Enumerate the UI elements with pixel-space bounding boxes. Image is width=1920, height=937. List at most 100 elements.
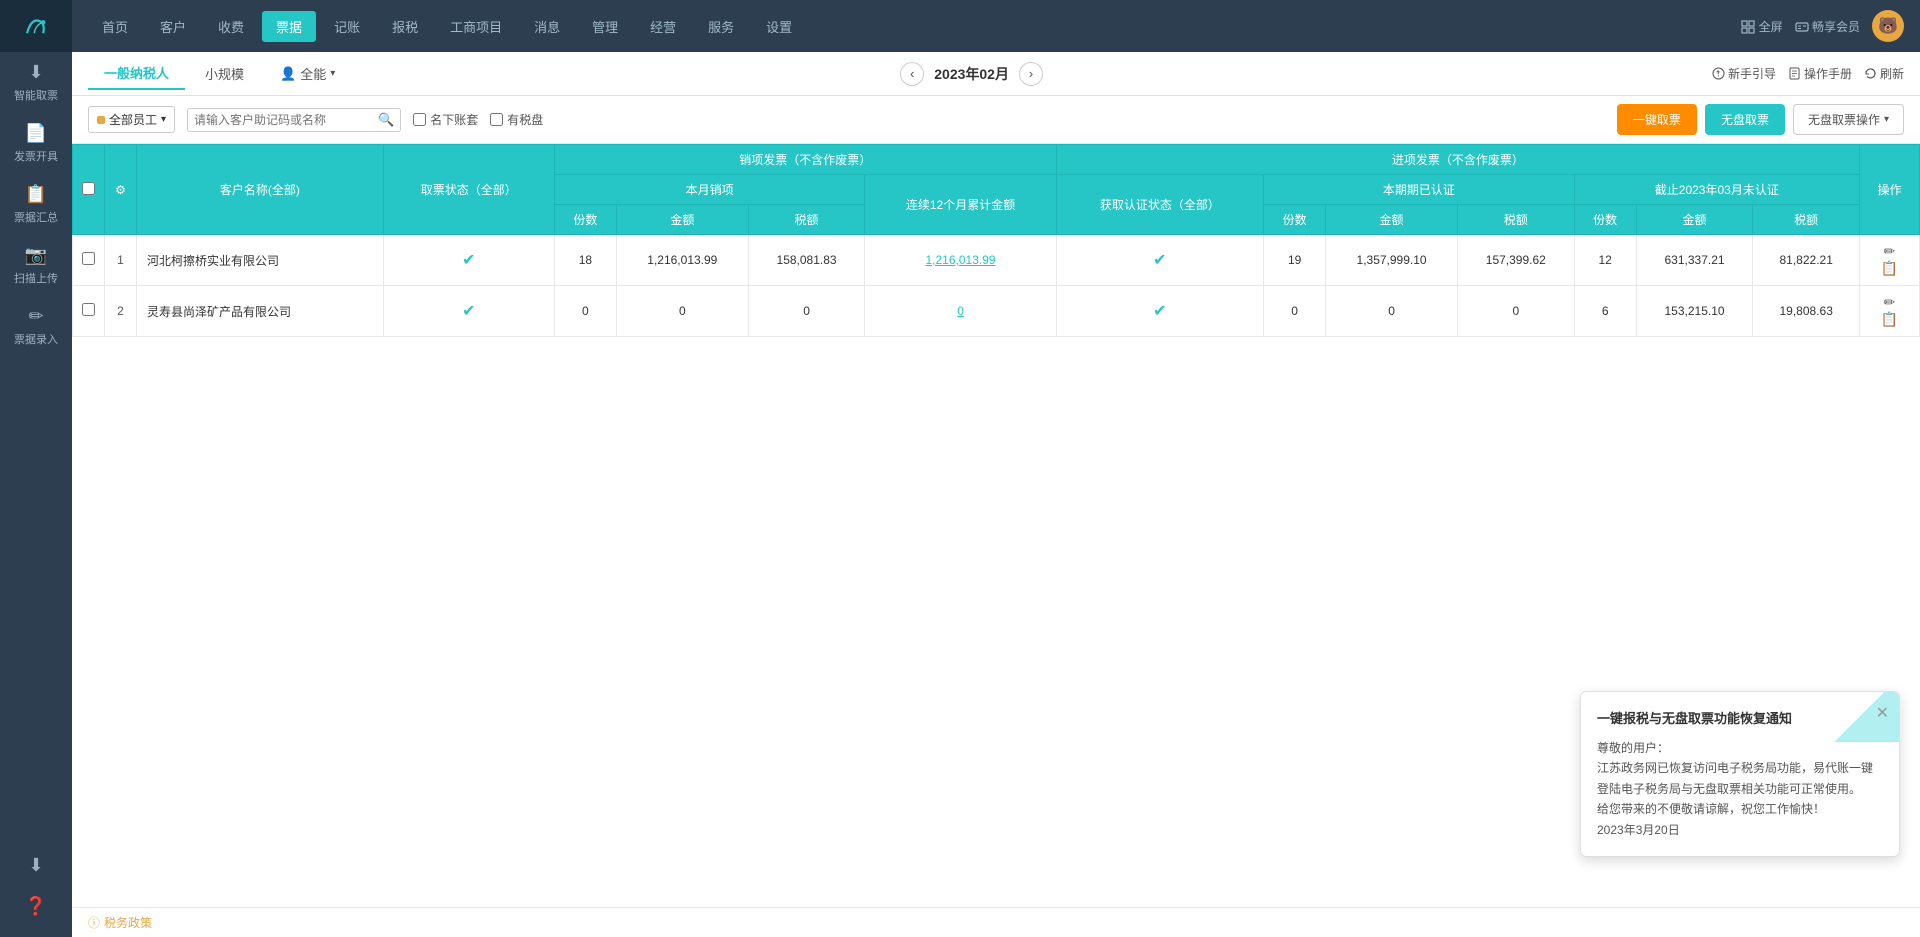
group-header-row: ⚙ 客户名称(全部) 取票状态（全部） 销项发票（不含作废票） 进项发票（不含作 <box>73 145 1920 175</box>
search-icon[interactable]: 🔍 <box>378 112 394 128</box>
row-cert-status: ✔ <box>1056 286 1263 337</box>
edit-icon[interactable]: ✏ <box>1881 243 1899 259</box>
newbie-guide-btn[interactable]: 新手引导 <box>1712 65 1776 82</box>
more-icon[interactable]: 📋 <box>1878 311 1901 327</box>
row-month-amount: 1,216,013.99 <box>616 235 748 286</box>
nav-invoices[interactable]: 票据 <box>262 11 316 42</box>
nav-tax[interactable]: 报税 <box>378 11 432 42</box>
nav-messages[interactable]: 消息 <box>520 11 574 42</box>
notification-content: 尊敬的用户： 江苏政务网已恢复访问电子税务局功能，易代账一键登陆电子税务局与无盘… <box>1597 738 1883 840</box>
th-cert-status: 获取认证状态（全部） <box>1056 175 1263 235</box>
cert-status-icon: ✔ <box>1153 252 1166 269</box>
th-checkbox <box>73 145 105 235</box>
row-check-input[interactable] <box>82 252 95 265</box>
no-disk-fetch-btn[interactable]: 无盘取票 <box>1705 104 1785 135</box>
refresh-btn[interactable]: 刷新 <box>1864 65 1904 82</box>
notification-close-btn[interactable]: ✕ <box>1876 700 1889 727</box>
issue-invoice-icon: 📄 <box>25 123 47 144</box>
sidebar-item-help[interactable]: ❓ <box>0 886 72 927</box>
manual-btn[interactable]: 操作手册 <box>1788 65 1852 82</box>
month-display: 2023年02月 <box>934 64 1009 84</box>
sidebar-item-smart-fetch[interactable]: ⬇ 智能取票 <box>0 52 72 113</box>
sidebar-item-data-entry[interactable]: ✏ 票据录入 <box>0 296 72 357</box>
table-row: 1 河北柯擦桥实业有限公司 ✔ 18 1,216,013.99 158,081.… <box>73 235 1920 286</box>
th-action: 操作 <box>1860 145 1920 235</box>
row-month-tax: 158,081.83 <box>748 235 865 286</box>
help-icon: ❓ <box>25 896 47 917</box>
row-cert-count: 0 <box>1264 286 1326 337</box>
table-row: 2 灵寿县尚泽矿产品有限公司 ✔ 0 0 0 0 ✔ 0 0 0 6 153,2… <box>73 286 1920 337</box>
row-cert-amount: 1,357,999.10 <box>1326 235 1458 286</box>
sidebar-bottom: ⬇ ❓ <box>0 845 72 937</box>
nav-settings[interactable]: 设置 <box>752 11 806 42</box>
tab-general[interactable]: 一般纳税人 <box>88 57 185 90</box>
download-icon: ⬇ <box>28 855 43 876</box>
row-checkbox[interactable] <box>73 235 105 286</box>
below-account-checkbox[interactable]: 名下账套 <box>413 111 478 128</box>
nav-home[interactable]: 首页 <box>88 11 142 42</box>
one-click-fetch-btn[interactable]: 一键取票 <box>1617 104 1697 135</box>
invoice-summary-icon: 📋 <box>25 184 47 205</box>
no-disk-ops-btn[interactable]: 无盘取票操作 ▾ <box>1793 104 1904 135</box>
cum-amount-link[interactable]: 0 <box>957 304 964 318</box>
all-icon: 👤 <box>280 66 296 82</box>
fetch-status-icon: ✔ <box>462 303 475 320</box>
employee-dot <box>97 116 105 124</box>
tax-disk-input[interactable] <box>490 113 503 126</box>
gear-icon[interactable]: ⚙ <box>115 183 126 197</box>
row-cum-amount: 0 <box>865 286 1056 337</box>
employee-select[interactable]: 全部员工 ▾ <box>88 106 175 133</box>
nav-management[interactable]: 管理 <box>578 11 632 42</box>
policy-icon: ⓘ <box>88 914 100 931</box>
user-avatar[interactable]: 🐻 <box>1872 10 1904 42</box>
th-cert-tax: 税额 <box>1457 205 1574 235</box>
row-month-count: 0 <box>554 286 616 337</box>
row-check-input[interactable] <box>82 303 95 316</box>
nav-services[interactable]: 服务 <box>694 11 748 42</box>
employee-chevron-icon: ▾ <box>161 114 166 125</box>
row-checkbox[interactable] <box>73 286 105 337</box>
notification-title: 一键报税与无盘取票功能恢复通知 <box>1597 708 1883 730</box>
row-uncert-count: 12 <box>1574 235 1636 286</box>
nav-operations[interactable]: 经营 <box>636 11 690 42</box>
more-icon[interactable]: 📋 <box>1878 260 1901 276</box>
th-month-amount: 金额 <box>616 205 748 235</box>
sidebar-item-scan-upload[interactable]: 📷 扫描上传 <box>0 235 72 296</box>
row-customer: 河北柯擦桥实业有限公司 <box>137 235 384 286</box>
edit-icon[interactable]: ✏ <box>1881 294 1899 310</box>
row-cert-status: ✔ <box>1056 235 1263 286</box>
data-entry-icon: ✏ <box>28 306 43 327</box>
next-month-btn[interactable]: › <box>1019 62 1043 86</box>
row-uncert-tax: 81,822.21 <box>1753 235 1860 286</box>
top-nav: 首页 客户 收费 票据 记账 报税 工商项目 消息 管理 经营 服务 设置 全屏 <box>72 0 1920 52</box>
sidebar-item-label: 智能取票 <box>14 87 58 103</box>
tax-disk-checkbox[interactable]: 有税盘 <box>490 111 543 128</box>
search-input[interactable] <box>194 113 374 127</box>
tab-right-actions: 新手引导 操作手册 <box>1712 65 1904 82</box>
prev-month-btn[interactable]: ‹ <box>900 62 924 86</box>
tab-small[interactable]: 小规模 <box>189 58 260 89</box>
row-cert-amount: 0 <box>1326 286 1458 337</box>
sidebar-item-label: 扫描上传 <box>14 270 58 286</box>
select-all-checkbox[interactable] <box>82 182 95 195</box>
sidebar-item-issue-invoice[interactable]: 📄 发票开具 <box>0 113 72 174</box>
tab-all[interactable]: 👤 全能 ▾ <box>264 58 351 89</box>
row-fetch-status: ✔ <box>383 235 554 286</box>
fullscreen-btn[interactable]: 全屏 <box>1741 18 1782 35</box>
nav-business[interactable]: 工商项目 <box>436 11 516 42</box>
member-btn[interactable]: 畅享会员 <box>1795 18 1860 35</box>
th-uncert-tax: 税额 <box>1753 205 1860 235</box>
cum-amount-link[interactable]: 1,216,013.99 <box>925 253 995 267</box>
sidebar-item-download[interactable]: ⬇ <box>0 845 72 886</box>
below-account-input[interactable] <box>413 113 426 126</box>
th-purchase-group: 进项发票（不含作废票） <box>1056 145 1859 175</box>
logo <box>0 0 72 52</box>
row-num: 1 <box>105 235 137 286</box>
nav-customers[interactable]: 客户 <box>146 11 200 42</box>
policy-link[interactable]: 税务政策 <box>104 914 152 931</box>
nav-accounting[interactable]: 记账 <box>320 11 374 42</box>
nav-receivables[interactable]: 收费 <box>204 11 258 42</box>
tab-bar: 一般纳税人 小规模 👤 全能 ▾ ‹ 2023年02月 › <box>72 52 1920 96</box>
row-cert-tax: 157,399.62 <box>1457 235 1574 286</box>
sidebar-item-invoice-summary[interactable]: 📋 票据汇总 <box>0 174 72 235</box>
